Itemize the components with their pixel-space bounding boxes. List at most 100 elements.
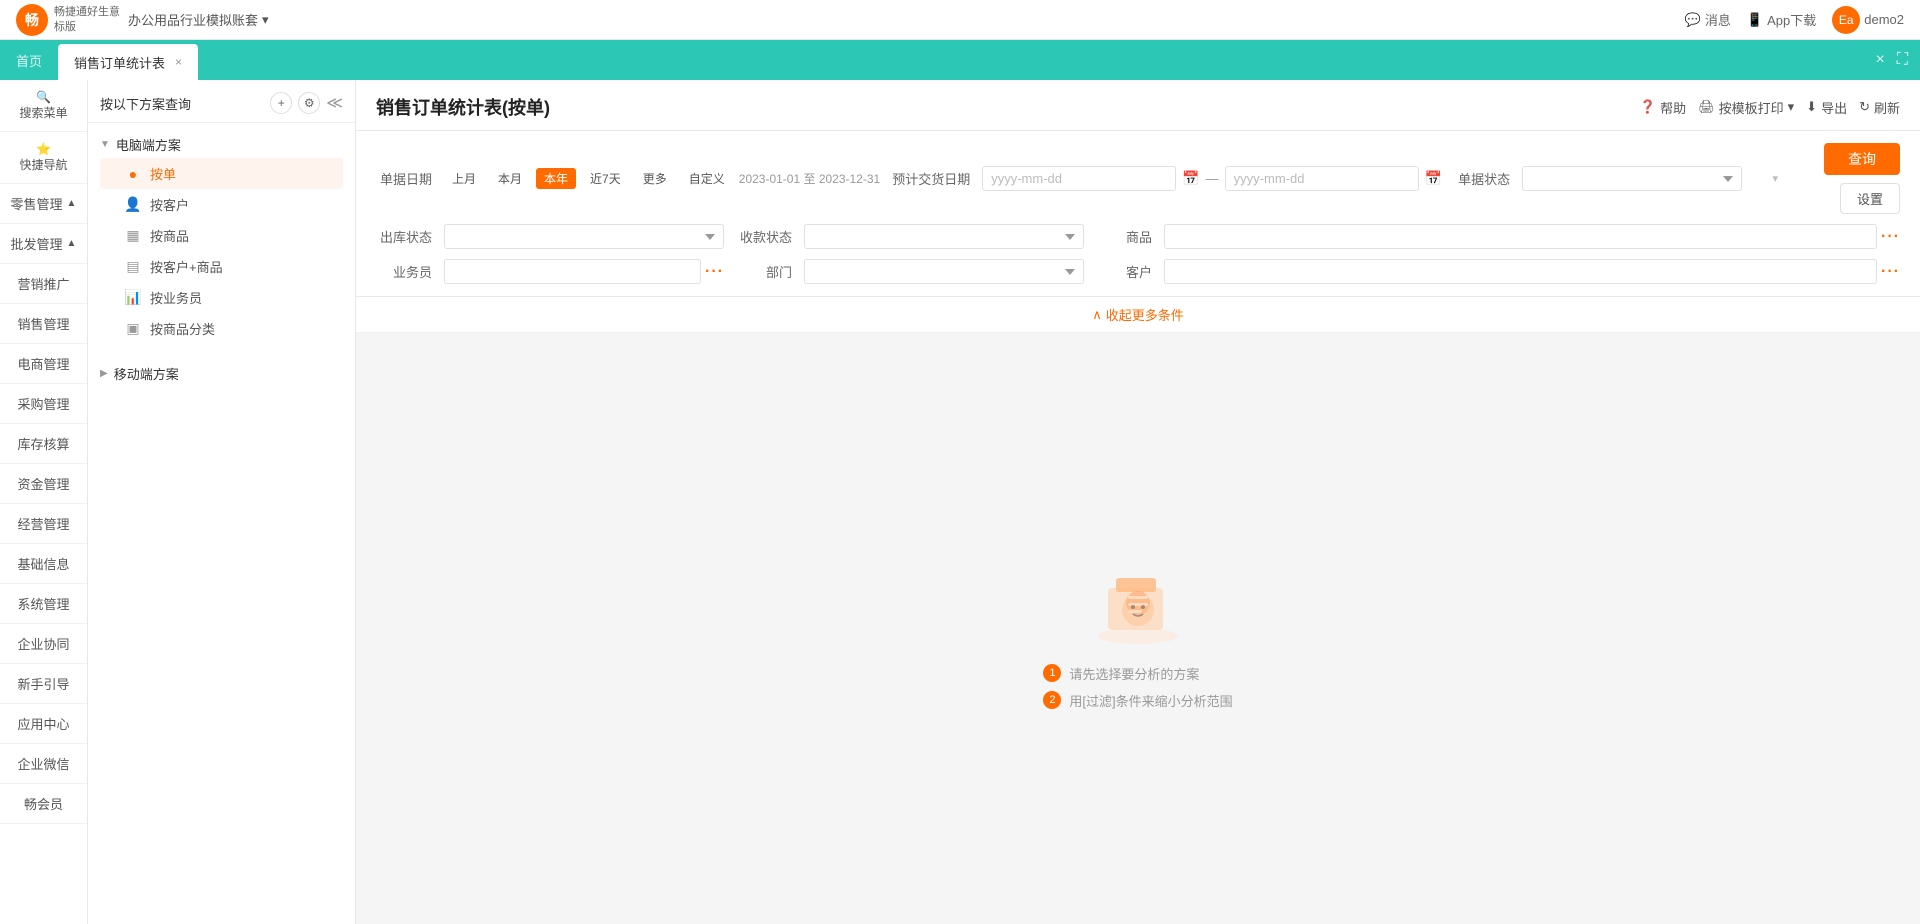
company-arrow-icon: ▾	[262, 12, 269, 28]
sidebar-item-inventory[interactable]: 库存核算	[0, 424, 87, 464]
sidebar: 🔍 搜索菜单 ⭐ 快捷导航 零售管理 ▲ 批发管理 ▲ 营销推广 销售管理 电商…	[0, 80, 88, 924]
expected-date-label: 预计交货日期	[892, 169, 970, 188]
sidebar-search[interactable]: 🔍 搜索菜单	[0, 80, 87, 132]
sidebar-item-appcenter[interactable]: 应用中心	[0, 704, 87, 744]
sidebar-item-marketing[interactable]: 营销推广	[0, 264, 87, 304]
salesman-input[interactable]	[444, 259, 701, 284]
app-download-btn[interactable]: 📱 App下载	[1747, 10, 1816, 29]
customer-label: 客户	[1096, 262, 1152, 281]
download-icon: 📱	[1747, 12, 1763, 28]
scheme-item-by-salesman[interactable]: 📊 按业务员	[100, 282, 343, 313]
sidebar-item-corpwechat[interactable]: 企业微信	[0, 744, 87, 784]
payment-status-select[interactable]	[804, 224, 1084, 249]
date-this-year[interactable]: 本年	[536, 168, 576, 189]
sidebar-item-system[interactable]: 系统管理	[0, 584, 87, 624]
tab-controls: × ⛶	[1863, 40, 1920, 80]
page-header: 销售订单统计表(按单) ❓ 帮助 🖨 按模板打印 ▾ ⬇ 导出	[356, 80, 1920, 131]
empty-illustration	[1078, 548, 1198, 648]
filter-row-1: 单据日期 上月 本月 本年 近7天 更多 自定义 2023-01-01 至 20…	[376, 143, 1900, 214]
help-icon: ❓	[1640, 99, 1656, 115]
scheme-item-by-customer-goods[interactable]: ▤ 按客户+商品	[100, 251, 343, 282]
scheme-section-arrow-icon: ▼	[100, 139, 110, 150]
scheme-section-pc-header[interactable]: ▼ 电脑端方案	[100, 131, 343, 158]
main-layout: 🔍 搜索菜单 ⭐ 快捷导航 零售管理 ▲ 批发管理 ▲ 营销推广 销售管理 电商…	[0, 80, 1920, 924]
avatar: Ea	[1832, 6, 1860, 34]
doc-status-label: 单据状态	[1454, 169, 1510, 188]
calendar-from-icon[interactable]: 📅	[1182, 170, 1199, 187]
help-btn[interactable]: ❓ 帮助	[1640, 98, 1686, 117]
collapse-up-icon: ∧	[1092, 307, 1102, 323]
scheme-item-by-order[interactable]: ● 按单	[100, 158, 343, 189]
tab-sales-order-stats[interactable]: 销售订单统计表 ×	[58, 44, 198, 80]
template-print-btn[interactable]: 🖨 按模板打印 ▾	[1698, 98, 1794, 117]
scheme-section-mobile: ▶ 移动端方案	[88, 352, 355, 395]
salesman-dots-btn[interactable]: ···	[705, 263, 724, 281]
filter-row-2: 出库状态 收款状态 商品 ···	[376, 224, 1900, 249]
goods-input[interactable]	[1164, 224, 1877, 249]
user-profile[interactable]: Ea demo2	[1832, 6, 1904, 34]
ship-status-select[interactable]	[444, 224, 724, 249]
scheme-section-mobile-header[interactable]: ▶ 移动端方案	[100, 360, 343, 387]
scheme-by-salesman-icon: 📊	[124, 289, 142, 306]
hint1-num: 1	[1043, 664, 1061, 682]
goods-dots-btn[interactable]: ···	[1881, 228, 1900, 246]
sidebar-item-sales[interactable]: 销售管理	[0, 304, 87, 344]
department-label: 部门	[736, 262, 792, 281]
scheme-collapse-btn[interactable]: ≪	[326, 93, 343, 113]
scheme-settings-btn[interactable]: ⚙	[298, 92, 320, 114]
sidebar-item-member[interactable]: 畅会员	[0, 784, 87, 824]
date-this-month[interactable]: 本月	[490, 168, 530, 189]
scheme-item-by-category[interactable]: ▣ 按商品分类	[100, 313, 343, 344]
tab-home[interactable]: 首页	[0, 40, 58, 80]
tab-maximize-btn[interactable]: ⛶	[1897, 51, 1908, 69]
message-icon: 💬	[1685, 12, 1701, 28]
sidebar-item-newbie[interactable]: 新手引导	[0, 664, 87, 704]
date-last-month[interactable]: 上月	[444, 168, 484, 189]
date-label: 单据日期	[376, 169, 432, 188]
company-selector[interactable]: 办公用品行业模拟账套 ▾	[128, 10, 269, 29]
doc-status-select[interactable]	[1522, 166, 1742, 191]
tab-minimize-btn[interactable]: ×	[1875, 51, 1884, 69]
sidebar-item-wholesale[interactable]: 批发管理 ▲	[0, 224, 87, 264]
expected-date-group: 📅 — 📅	[982, 166, 1442, 191]
tab-bar: 首页 销售订单统计表 × × ⛶	[0, 40, 1920, 80]
scheme-add-btn[interactable]: +	[270, 92, 292, 114]
sidebar-quicknav[interactable]: ⭐ 快捷导航	[0, 132, 87, 184]
sidebar-item-finance[interactable]: 资金管理	[0, 464, 87, 504]
query-btn[interactable]: 查询	[1824, 143, 1900, 175]
content-area: 按以下方案查询 + ⚙ ≪ ▼ 电脑端方案 ● 按单 👤 按客	[88, 80, 1920, 924]
sidebar-item-retail[interactable]: 零售管理 ▲	[0, 184, 87, 224]
sidebar-item-ecommerce[interactable]: 电商管理	[0, 344, 87, 384]
customer-input[interactable]	[1164, 259, 1877, 284]
scheme-item-by-customer[interactable]: 👤 按客户	[100, 189, 343, 220]
refresh-btn[interactable]: ↻ 刷新	[1859, 98, 1900, 117]
scheme-by-customer-icon: 👤	[124, 196, 142, 213]
export-btn[interactable]: ⬇ 导出	[1806, 98, 1847, 117]
page-actions: ❓ 帮助 🖨 按模板打印 ▾ ⬇ 导出 ↻ 刷新	[1640, 98, 1900, 117]
refresh-icon: ↻	[1859, 99, 1870, 115]
message-btn[interactable]: 💬 消息	[1685, 10, 1731, 29]
date-last7[interactable]: 近7天	[582, 168, 629, 189]
tab-close-btn[interactable]: ×	[175, 55, 182, 69]
print-icon: 🖨	[1698, 99, 1715, 115]
expected-date-to[interactable]	[1225, 166, 1419, 191]
date-custom[interactable]: 自定义	[681, 168, 733, 189]
top-bar-left: 畅 畅捷通好生意 标版 办公用品行业模拟账套 ▾	[16, 4, 269, 36]
sidebar-item-operations[interactable]: 经营管理	[0, 504, 87, 544]
date-sep: —	[1206, 171, 1219, 186]
expected-date-from[interactable]	[982, 166, 1176, 191]
payment-status-label: 收款状态	[736, 227, 792, 246]
department-select[interactable]	[804, 259, 1084, 284]
calendar-to-icon[interactable]: 📅	[1425, 170, 1442, 187]
sidebar-item-enterprise[interactable]: 企业协同	[0, 624, 87, 664]
sidebar-item-purchase[interactable]: 采购管理	[0, 384, 87, 424]
logo-icon: 畅	[16, 4, 48, 36]
collapse-bar[interactable]: ∧ 收起更多条件	[356, 297, 1920, 333]
customer-dots-btn[interactable]: ···	[1881, 263, 1900, 281]
print-arrow-icon: ▾	[1788, 99, 1795, 115]
filter-settings-btn[interactable]: 设置	[1840, 183, 1900, 214]
empty-hint-2: 2 用[过滤]条件来缩小分析范围	[1043, 691, 1232, 710]
sidebar-item-basic[interactable]: 基础信息	[0, 544, 87, 584]
date-more[interactable]: 更多	[635, 168, 675, 189]
scheme-item-by-goods[interactable]: ▦ 按商品	[100, 220, 343, 251]
